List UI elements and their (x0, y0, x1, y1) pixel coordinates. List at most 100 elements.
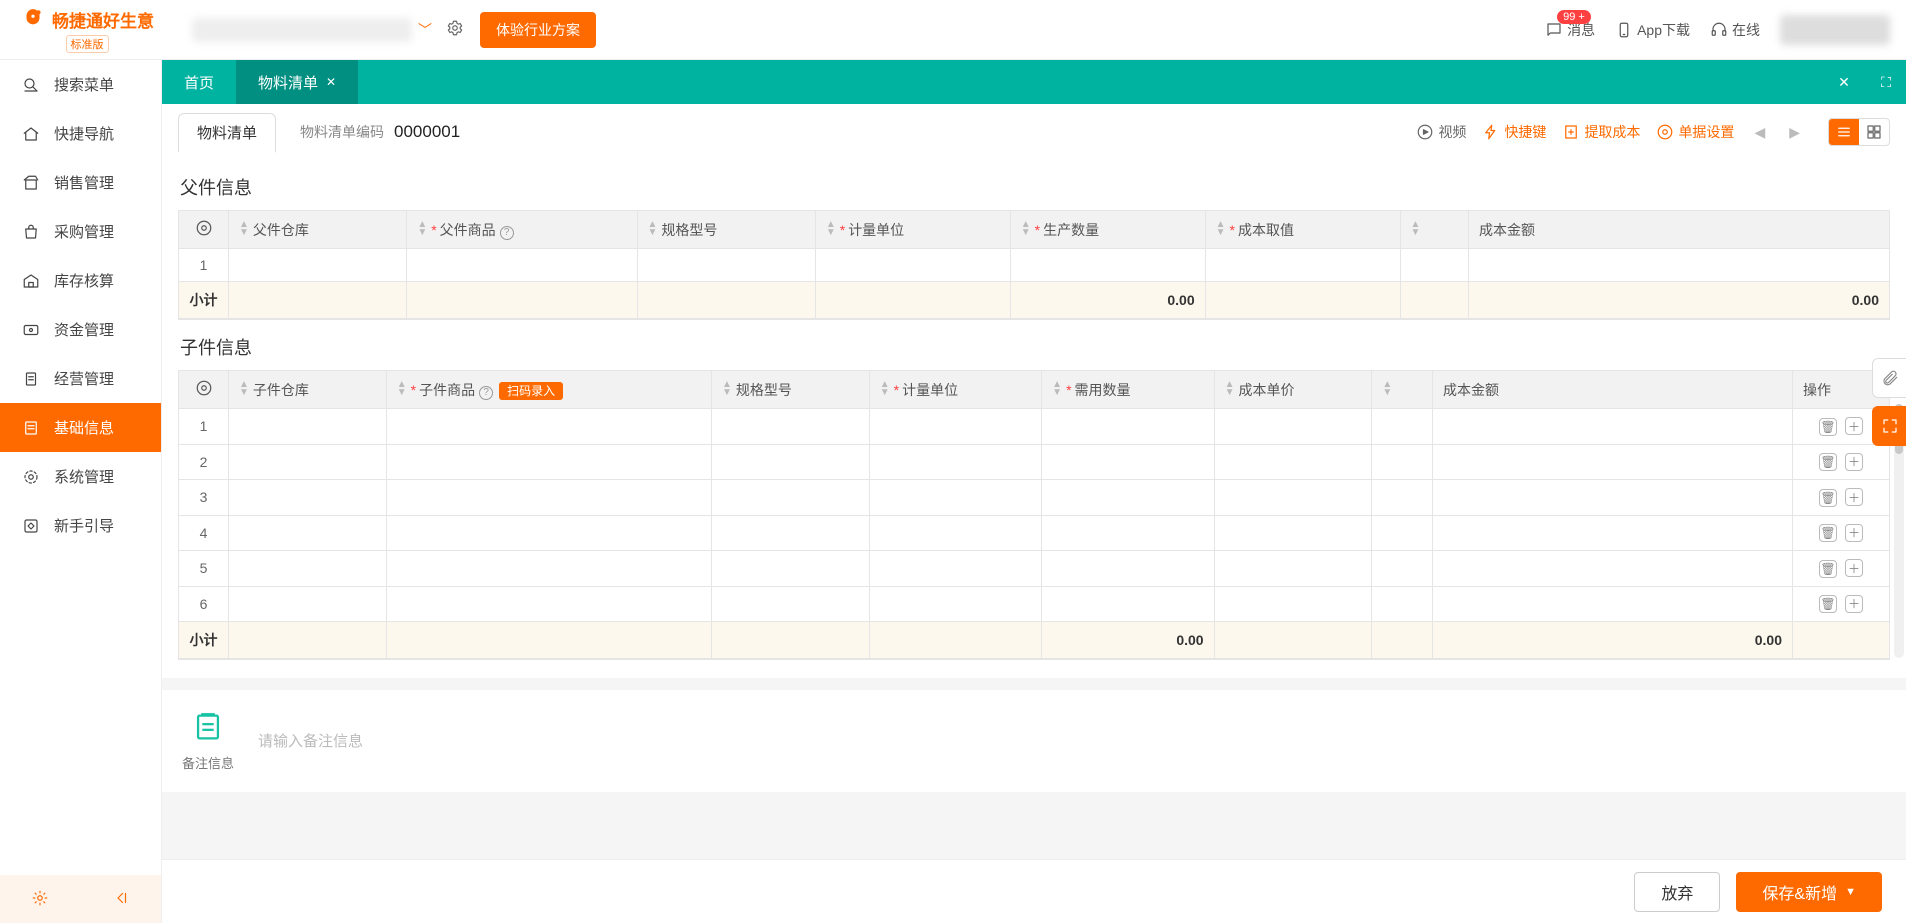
app-download-link[interactable]: App下载 (1615, 20, 1690, 40)
attachment-button[interactable] (1872, 358, 1906, 398)
table-row[interactable]: 1🗑＋ (179, 409, 1889, 445)
child-th-needqty[interactable]: ▲▼*需用数量 (1042, 371, 1214, 409)
table-row[interactable]: 4🗑＋ (179, 516, 1889, 552)
parent-th-costamt[interactable]: 成本金额 (1469, 211, 1889, 249)
save-new-label: 保存&新增 (1762, 880, 1837, 904)
nav-stock[interactable]: 库存核算 (0, 256, 161, 305)
save-and-new-button[interactable]: 保存&新增 ▼ (1736, 872, 1882, 912)
note-icon (191, 710, 225, 747)
nav-base-info[interactable]: 基础信息 (0, 403, 161, 452)
nav-search[interactable]: 搜索菜单 (0, 60, 161, 109)
nav-biz[interactable]: 经营管理 (0, 354, 161, 403)
row-index: 1 (179, 249, 229, 282)
nav-settings-icon[interactable] (31, 889, 49, 910)
add-row-icon[interactable]: ＋ (1845, 559, 1863, 577)
table-row[interactable]: 2🗑＋ (179, 445, 1889, 481)
tool-shortcut[interactable]: 快捷键 (1482, 122, 1546, 142)
child-th-costamt[interactable]: 成本金额 (1433, 371, 1793, 409)
logo-block: 畅捷通好生意 标准版 (12, 7, 162, 53)
fullscreen-button[interactable] (1872, 406, 1906, 446)
org-dropdown-icon[interactable]: ﹀ (418, 20, 432, 40)
table-row[interactable]: 6🗑＋ (179, 587, 1889, 623)
row-index: 5 (179, 551, 229, 587)
view-card-icon[interactable] (1859, 119, 1889, 145)
parent-th-blank[interactable]: ▲▼ (1401, 211, 1470, 249)
org-settings-icon[interactable] (446, 19, 464, 40)
help-icon[interactable]: ? (500, 226, 514, 240)
child-th-warehouse[interactable]: ▲▼子件仓库 (229, 371, 387, 409)
tabs-expand-icon[interactable]: ⛶ (1866, 60, 1906, 104)
tab-close-icon[interactable]: ✕ (326, 75, 336, 89)
tab-home[interactable]: 首页 (162, 60, 236, 104)
tool-calc-cost[interactable]: 提取成本 (1562, 122, 1640, 142)
parent-th-costmode[interactable]: ▲▼*成本取值 (1206, 211, 1401, 249)
parent-th-unit[interactable]: ▲▼*计量单位 (816, 211, 1011, 249)
view-toggle (1828, 118, 1890, 146)
user-info-blurred[interactable] (1780, 15, 1890, 45)
nav-guide[interactable]: 新手引导 (0, 501, 161, 550)
tool-video[interactable]: 视频 (1416, 122, 1466, 142)
subtotal-qty: 0.00 (1042, 622, 1214, 659)
subtotal-amt: 0.00 (1469, 282, 1889, 319)
view-list-icon[interactable] (1829, 119, 1859, 145)
nav-collapse-icon[interactable] (112, 889, 130, 910)
child-subtotal-row: 小计 0.00 0.00 (179, 622, 1889, 659)
doc-tab-label[interactable]: 物料清单 (178, 113, 276, 153)
left-nav: 搜索菜单 快捷导航 销售管理 采购管理 库存核算 资金管理 经营管理 基础信息 … (0, 60, 162, 923)
add-row-icon[interactable]: ＋ (1845, 453, 1863, 471)
scan-input-button[interactable]: 扫码录入 (499, 382, 563, 400)
play-icon (1416, 123, 1434, 141)
parent-th-spec[interactable]: ▲▼规格型号 (638, 211, 816, 249)
nav-quick[interactable]: 快捷导航 (0, 109, 161, 158)
brand-name: 畅捷通好生意 (52, 7, 154, 32)
child-col-config[interactable] (179, 371, 229, 409)
table-row[interactable]: 5 🗑 ＋ (179, 551, 1889, 587)
online-support-link[interactable]: 在线 (1710, 20, 1760, 40)
help-icon[interactable]: ? (479, 386, 493, 400)
doc-code-value: 0000001 (394, 122, 460, 142)
discard-button[interactable]: 放弃 (1634, 872, 1720, 912)
next-doc-icon[interactable]: ▶ (1785, 124, 1804, 141)
delete-row-icon[interactable]: 🗑 (1819, 595, 1837, 613)
try-industry-button[interactable]: 体验行业方案 (480, 12, 596, 48)
remark-input[interactable] (254, 710, 1886, 772)
child-th-product[interactable]: ▲▼*子件商品?扫码录入 (387, 371, 712, 409)
child-th-unitcost[interactable]: ▲▼成本单价 (1215, 371, 1373, 409)
add-row-icon[interactable]: ＋ (1845, 595, 1863, 613)
table-row[interactable]: 3🗑＋ (179, 480, 1889, 516)
parent-subtotal-row: 小计 0.00 0.00 (179, 282, 1889, 319)
tabs-close-all-icon[interactable]: ✕ (1822, 60, 1866, 104)
add-row-icon[interactable]: ＋ (1845, 524, 1863, 542)
table-row[interactable]: 1 (179, 249, 1889, 282)
doc-icon (22, 419, 40, 437)
nav-fund[interactable]: 资金管理 (0, 305, 161, 354)
prev-doc-icon[interactable]: ◀ (1750, 124, 1769, 141)
delete-row-icon[interactable]: 🗑 (1819, 418, 1837, 436)
delete-row-icon[interactable]: 🗑 (1819, 560, 1837, 578)
add-row-icon[interactable]: ＋ (1845, 488, 1863, 506)
nav-sys[interactable]: 系统管理 (0, 452, 161, 501)
child-th-blank[interactable]: ▲▼ (1372, 371, 1433, 409)
app-download-label: App下载 (1637, 20, 1690, 40)
messages-link[interactable]: 消息 99 + (1545, 20, 1595, 40)
child-th-unit[interactable]: ▲▼*计量单位 (870, 371, 1042, 409)
parent-th-product[interactable]: ▲▼*父件商品? (407, 211, 637, 249)
bag-icon (22, 223, 40, 241)
tab-bom[interactable]: 物料清单 ✕ (236, 60, 358, 104)
parent-col-config[interactable] (179, 211, 229, 249)
child-section-title: 子件信息 (162, 320, 1906, 370)
nav-label: 销售管理 (54, 172, 114, 193)
content-scroll[interactable]: 物料清单 物料清单编码 0000001 视频 快捷键 提取成本 单据设置 ◀ ▶ (162, 104, 1906, 859)
delete-row-icon[interactable]: 🗑 (1819, 489, 1837, 507)
delete-row-icon[interactable]: 🗑 (1819, 453, 1837, 471)
parent-th-qty[interactable]: ▲▼*生产数量 (1011, 211, 1206, 249)
parent-section-title: 父件信息 (162, 160, 1906, 210)
tool-doc-settings[interactable]: 单据设置 (1656, 122, 1734, 142)
child-th-spec[interactable]: ▲▼规格型号 (712, 371, 870, 409)
nav-sales[interactable]: 销售管理 (0, 158, 161, 207)
gear-dashed-icon (22, 468, 40, 486)
delete-row-icon[interactable]: 🗑 (1819, 524, 1837, 542)
nav-purchase[interactable]: 采购管理 (0, 207, 161, 256)
add-row-icon[interactable]: ＋ (1845, 417, 1863, 435)
parent-th-warehouse[interactable]: ▲▼父件仓库 (229, 211, 407, 249)
